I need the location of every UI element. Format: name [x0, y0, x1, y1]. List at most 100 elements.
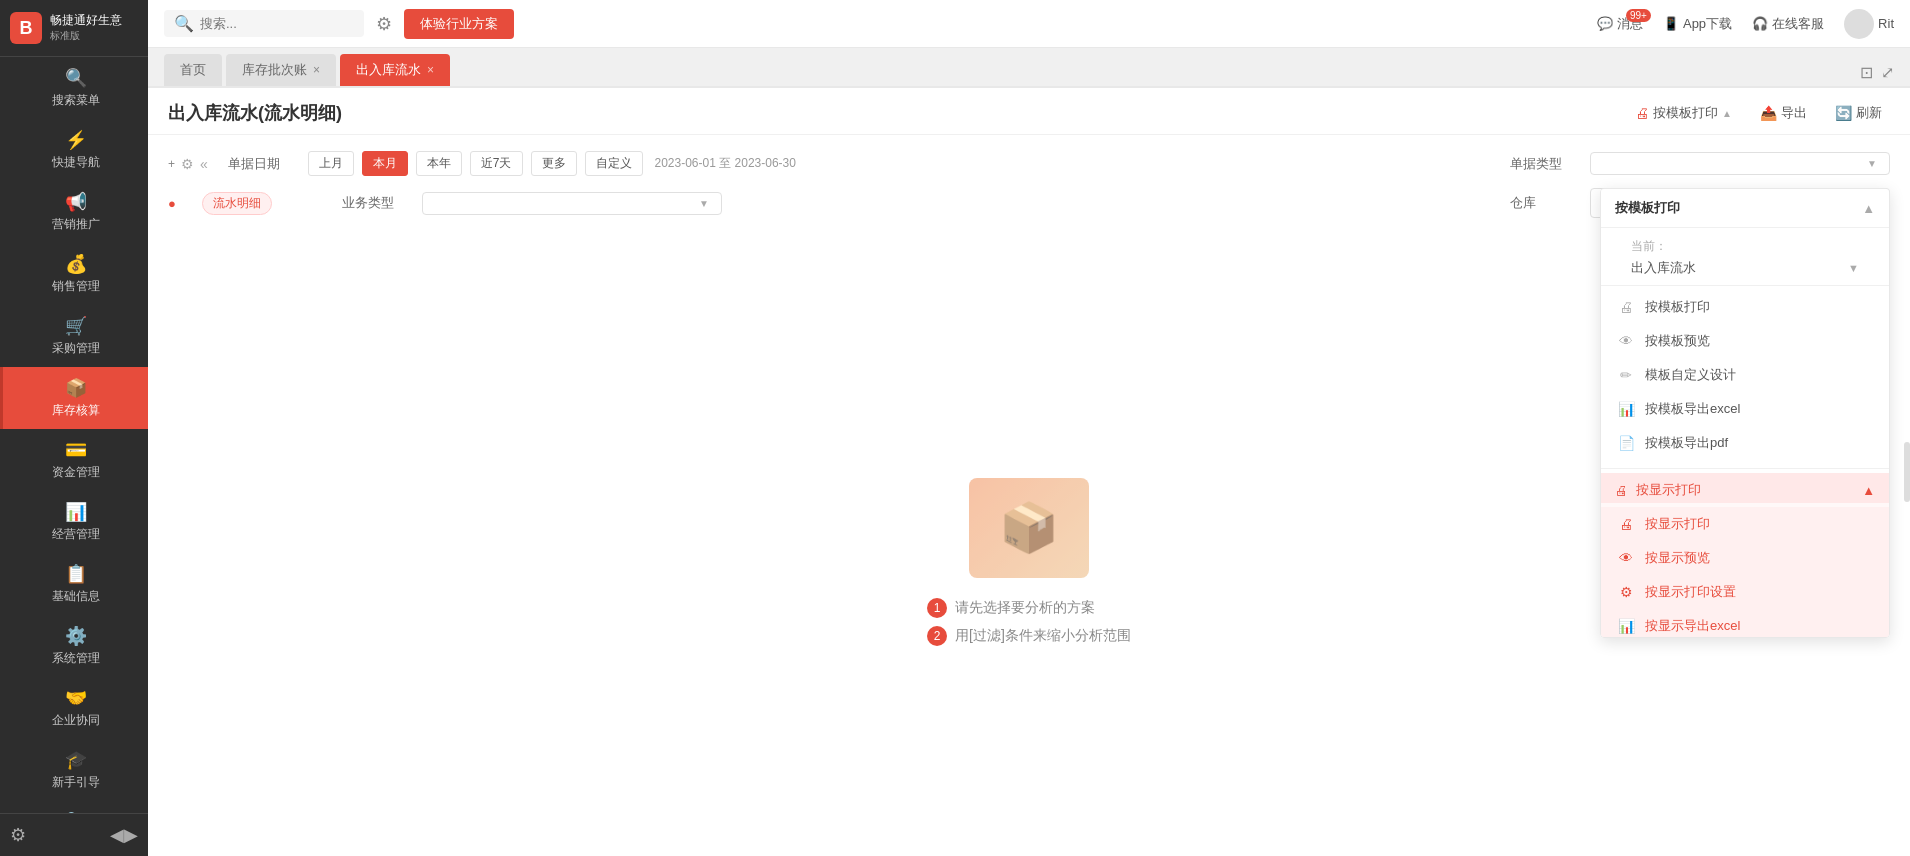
date-btn-this-month[interactable]: 本月 [362, 151, 408, 176]
topbar: 🔍 ⚙ 体验行业方案 💬 消息 99+ 📱 App下载 🎧 在线客服 Rit [148, 0, 1910, 48]
dropdown-item-template-excel[interactable]: 📊 按模板导出excel [1601, 392, 1889, 426]
template-print-icon: 🖨 [1617, 299, 1635, 315]
topbar-right: 💬 消息 99+ 📱 App下载 🎧 在线客服 Rit [1597, 9, 1894, 39]
empty-step-2: 2 用[过滤]条件来缩小分析范围 [927, 626, 1131, 646]
tab-restore-icon[interactable]: ⊡ [1860, 63, 1873, 82]
search-icon: 🔍 [65, 67, 87, 89]
date-range-display: 2023-06-01 至 2023-06-30 [655, 155, 796, 172]
app-download-button[interactable]: 📱 App下载 [1663, 15, 1732, 33]
date-btn-last-month[interactable]: 上月 [308, 151, 354, 176]
biz-select-arrow-icon: ▼ [699, 198, 709, 209]
main-area: 🔍 ⚙ 体验行业方案 💬 消息 99+ 📱 App下载 🎧 在线客服 Rit [148, 0, 1910, 856]
topbar-search-icon: 🔍 [174, 14, 194, 33]
current-label: 当前： [1615, 234, 1875, 257]
filter-row-date: + ⚙ « 单据日期 上月 本月 本年 近7天 更多 自定义 2023-06-0… [168, 151, 1890, 176]
export-button[interactable]: 📤 导出 [1752, 100, 1815, 126]
date-btn-custom[interactable]: 自定义 [585, 151, 643, 176]
tab-home[interactable]: 首页 [164, 54, 222, 86]
filter-date-label: 单据日期 [228, 155, 288, 173]
filter-biz-select[interactable]: ▼ [422, 192, 722, 215]
date-btn-this-year[interactable]: 本年 [416, 151, 462, 176]
sidebar-item-enterprise[interactable]: 🤝 企业协同 [0, 677, 148, 739]
filter-add-icon[interactable]: + [168, 157, 175, 171]
logo-icon: B [10, 12, 42, 44]
topbar-search-input[interactable] [200, 16, 350, 31]
empty-step-1: 1 请先选择要分析的方案 [927, 598, 1131, 618]
sidebar-item-guide[interactable]: 🎓 新手引导 [0, 739, 148, 801]
filter-biz-label: 业务类型 [342, 194, 402, 212]
sidebar-item-marketing[interactable]: 📢 营销推广 [0, 181, 148, 243]
date-btn-7days[interactable]: 近7天 [470, 151, 523, 176]
display-print-section: 🖨 按显示打印 👁 按显示预览 ⚙ 按显示打印设置 📊 按显示导出excel 📄 [1601, 503, 1889, 638]
dropdown-item-display-print[interactable]: 🖨 按显示打印 [1601, 507, 1889, 541]
message-badge: 99+ [1626, 9, 1651, 22]
message-button[interactable]: 💬 消息 99+ [1597, 15, 1643, 33]
display-print-header[interactable]: 🖨 按显示打印 ▲ [1601, 473, 1889, 503]
sidebar-item-operation[interactable]: 📊 经营管理 [0, 491, 148, 553]
filter-warehouse-label: 仓库 [1510, 194, 1570, 212]
display-preview-icon: 👁 [1617, 550, 1635, 566]
export-icon: 📤 [1760, 105, 1777, 121]
filter-type-select[interactable]: ▼ [1590, 152, 1890, 175]
print-arrow-icon: ▲ [1722, 108, 1732, 119]
filter-tag-icon: ● [168, 196, 176, 211]
topbar-gear-icon[interactable]: ⚙ [376, 13, 392, 35]
filter-date-options: 上月 本月 本年 近7天 更多 自定义 2023-06-01 至 2023-06… [308, 151, 796, 176]
template-excel-icon: 📊 [1617, 401, 1635, 417]
filter-collapse-left-icon[interactable]: « [200, 156, 208, 172]
operation-icon: 📊 [65, 501, 87, 523]
dropdown-item-template-custom[interactable]: ✏ 模板自定义设计 [1601, 358, 1889, 392]
current-value[interactable]: 出入库流水 ▼ [1615, 257, 1875, 283]
tab-batch[interactable]: 库存批次账 × [226, 54, 336, 86]
sidebar-item-finance[interactable]: 💳 资金管理 [0, 429, 148, 491]
dropdown-item-template-preview[interactable]: 👁 按模板预览 [1601, 324, 1889, 358]
sidebar-item-shortcut[interactable]: ⚡ 快捷导航 [0, 119, 148, 181]
topbar-search-box[interactable]: 🔍 [164, 10, 364, 37]
sidebar-item-inventory[interactable]: 📦 库存核算 [0, 367, 148, 429]
trial-button[interactable]: 体验行业方案 [404, 9, 514, 39]
sidebar-settings-icon[interactable]: ⚙ [10, 824, 26, 846]
dropdown-item-display-preview[interactable]: 👁 按显示预览 [1601, 541, 1889, 575]
display-excel-icon: 📊 [1617, 618, 1635, 634]
sidebar-item-system[interactable]: ⚙️ 系统管理 [0, 615, 148, 677]
tab-expand-icon[interactable]: ⤢ [1881, 63, 1894, 82]
current-value-arrow-icon: ▼ [1848, 262, 1859, 274]
finance-icon: 💳 [65, 439, 87, 461]
tab-flow[interactable]: 出入库流水 × [340, 54, 450, 86]
user-profile[interactable]: Rit [1844, 9, 1894, 39]
marketing-icon: 📢 [65, 191, 87, 213]
inventory-icon: 📦 [65, 377, 87, 399]
dropdown-item-display-settings[interactable]: ⚙ 按显示打印设置 [1601, 575, 1889, 609]
system-icon: ⚙️ [65, 625, 87, 647]
sidebar-item-appstore[interactable]: 🔧 应用中心 [0, 801, 148, 813]
dropdown-item-display-excel[interactable]: 📊 按显示导出excel [1601, 609, 1889, 638]
sidebar-item-search[interactable]: 🔍 搜索菜单 [0, 57, 148, 119]
app-icon: 📱 [1663, 16, 1679, 31]
tab-flow-close[interactable]: × [427, 63, 434, 77]
template-custom-icon: ✏ [1617, 367, 1635, 383]
tab-batch-close[interactable]: × [313, 63, 320, 77]
refresh-button[interactable]: 🔄 刷新 [1827, 100, 1890, 126]
dropdown-item-template-print[interactable]: 🖨 按模板打印 [1601, 290, 1889, 324]
sidebar-collapse-icon[interactable]: ◀▶ [110, 824, 138, 846]
template-print-section: 🖨 按模板打印 👁 按模板预览 ✏ 模板自定义设计 📊 按模板导出excel 📄 [1601, 286, 1889, 464]
sidebar-item-purchase[interactable]: 🛒 采购管理 [0, 305, 148, 367]
template-preview-icon: 👁 [1617, 333, 1635, 349]
display-print-header-arrow-icon: ▲ [1862, 483, 1875, 498]
display-settings-icon: ⚙ [1617, 584, 1635, 600]
refresh-icon: 🔄 [1835, 105, 1852, 121]
sidebar-item-basic[interactable]: 📋 基础信息 [0, 553, 148, 615]
basic-icon: 📋 [65, 563, 87, 585]
print-button[interactable]: 🖨 按模板打印 ▲ [1627, 100, 1740, 126]
display-print-icon: 🖨 [1617, 516, 1635, 532]
date-btn-more[interactable]: 更多 [531, 151, 577, 176]
sidebar-item-sales[interactable]: 💰 销售管理 [0, 243, 148, 305]
dropdown-item-template-pdf[interactable]: 📄 按模板导出pdf [1601, 426, 1889, 460]
filter-tag-detail: 流水明细 [202, 192, 272, 215]
sales-icon: 💰 [65, 253, 87, 275]
filter-settings-icon[interactable]: ⚙ [181, 156, 194, 172]
print-icon: 🖨 [1635, 105, 1649, 121]
service-icon: 🎧 [1752, 16, 1768, 31]
sidebar: B 畅捷通好生意 标准版 🔍 搜索菜单 ⚡ 快捷导航 📢 营销推广 💰 销售管理… [0, 0, 148, 856]
online-service-button[interactable]: 🎧 在线客服 [1752, 15, 1824, 33]
